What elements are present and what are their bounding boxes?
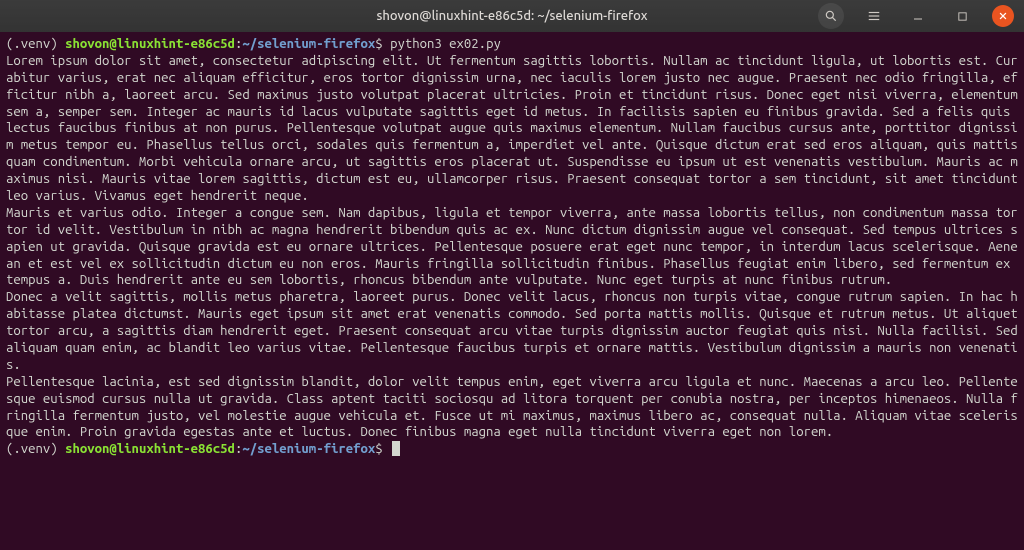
close-icon[interactable]	[992, 5, 1014, 27]
user-host: shovon@linuxhint-e86c5d	[65, 442, 235, 456]
venv-label: (.venv)	[6, 442, 58, 456]
search-icon[interactable]	[818, 3, 844, 29]
prompt-line-1: (.venv) shovon@linuxhint-e86c5d:~/seleni…	[6, 36, 1018, 53]
titlebar: shovon@linuxhint-e86c5d: ~/selenium-fire…	[0, 0, 1024, 32]
cwd-path: ~/selenium-firefox	[242, 37, 375, 51]
dollar-sign: $	[375, 442, 382, 456]
user-host: shovon@linuxhint-e86c5d	[65, 37, 235, 51]
terminal-window: shovon@linuxhint-e86c5d: ~/selenium-fire…	[0, 0, 1024, 550]
cwd-path: ~/selenium-firefox	[242, 442, 375, 456]
venv-label: (.venv)	[6, 37, 58, 51]
command-text: python3 ex02.py	[390, 37, 501, 51]
command-output: Lorem ipsum dolor sit amet, consectetur …	[6, 54, 1024, 440]
menu-icon[interactable]	[860, 2, 888, 30]
minimize-icon[interactable]	[904, 2, 932, 30]
cursor	[392, 441, 400, 456]
dollar-sign: $	[375, 37, 382, 51]
terminal-body[interactable]: (.venv) shovon@linuxhint-e86c5d:~/seleni…	[0, 32, 1024, 550]
titlebar-controls	[818, 2, 1024, 30]
prompt-line-2: (.venv) shovon@linuxhint-e86c5d:~/seleni…	[6, 441, 1018, 458]
maximize-icon[interactable]	[948, 2, 976, 30]
